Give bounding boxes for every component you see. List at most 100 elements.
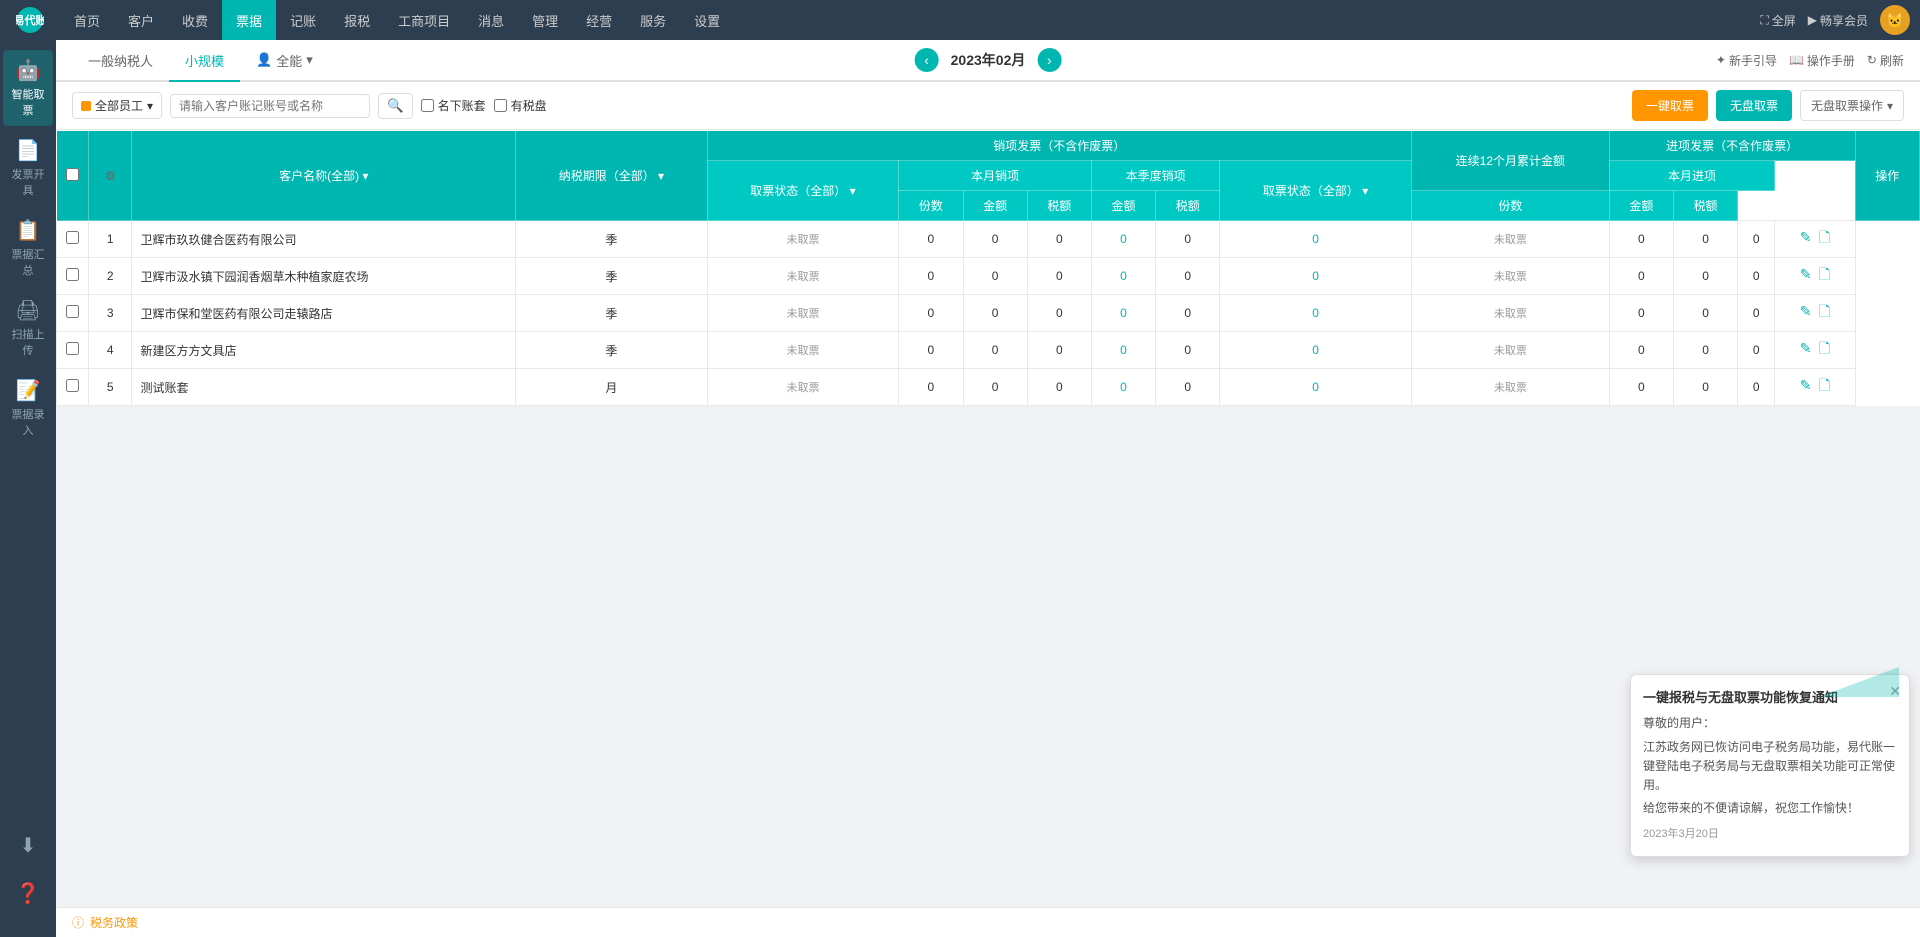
row-sm-count: 0	[899, 295, 963, 332]
nav-operations[interactable]: 经营	[572, 0, 626, 40]
sidebar-label-summary: 票据汇总	[7, 246, 49, 278]
manual-btn[interactable]: 📖 操作手册	[1789, 52, 1855, 69]
nav-client[interactable]: 客户	[114, 0, 168, 40]
robot-icon: 🤖	[16, 58, 41, 83]
select-all-checkbox[interactable]	[66, 168, 79, 181]
tab-general-taxpayer[interactable]: 一般纳税人	[72, 40, 169, 82]
row-checkbox[interactable]	[66, 231, 79, 244]
notification-apology: 给您带来的不便请谅解，祝您工作愉快！	[1643, 799, 1897, 818]
info-icon: ⓘ	[72, 914, 84, 931]
filter-ss-icon[interactable]: ▾	[850, 184, 856, 198]
row-sales-status: 未取票	[707, 221, 899, 258]
nav-business[interactable]: 工商项目	[384, 0, 464, 40]
view-action-icon[interactable]: 🗋	[1819, 303, 1830, 319]
th-pm-amount: 金额	[1609, 191, 1673, 221]
row-sm-count: 0	[899, 369, 963, 406]
row-actions: ✎ 🗋	[1775, 369, 1855, 406]
edit-action-icon[interactable]: ✎	[1800, 303, 1812, 319]
question-icon: ❓	[16, 881, 41, 906]
view-action-icon[interactable]: 🗋	[1819, 266, 1830, 282]
bottom-bar: ⓘ 税务政策	[56, 907, 1920, 937]
tax-policy-link[interactable]: 税务政策	[90, 914, 138, 931]
tab-all[interactable]: 👤 全能 ▾	[240, 40, 329, 82]
notification-date: 2023年3月20日	[1643, 826, 1897, 844]
sidebar-item-invoice-summary[interactable]: 📋 票据汇总	[3, 210, 53, 286]
filter-tp-icon[interactable]: ▾	[658, 169, 664, 183]
sidebar-item-scan-upload[interactable]: 🖨 扫描上传	[3, 290, 53, 366]
nav-message[interactable]: 消息	[464, 0, 518, 40]
nav-manage[interactable]: 管理	[518, 0, 572, 40]
row-cumul-12m: 0	[1220, 369, 1412, 406]
edit-action-icon[interactable]: ✎	[1800, 229, 1812, 245]
sidebar-item-download[interactable]: ⬇	[3, 825, 53, 869]
row-client: 卫辉市玖玖健合医药有限公司	[132, 221, 516, 258]
row-sm-amount: 0	[963, 221, 1027, 258]
th-cumul-12m: 连续12个月累计金额	[1411, 131, 1609, 191]
nav-accounting[interactable]: 记账	[276, 0, 330, 40]
fullscreen-btn[interactable]: ⛶ 全屏	[1760, 12, 1795, 29]
period-navigation: ‹ 2023年02月 ›	[915, 48, 1062, 72]
row-pm-tax: 0	[1738, 295, 1775, 332]
sidebar-label-invoice: 发票开具	[7, 166, 49, 198]
tab-small-scale[interactable]: 小规模	[169, 40, 240, 82]
row-pm-tax: 0	[1738, 332, 1775, 369]
sidebar-item-invoice-issue[interactable]: 📄 发票开具	[3, 130, 53, 206]
vip-btn[interactable]: ▶ 畅享会员	[1808, 12, 1868, 29]
no-disk-ticket-button[interactable]: 无盘取票	[1716, 90, 1792, 121]
row-pm-amount: 0	[1673, 369, 1737, 406]
edit-action-icon[interactable]: ✎	[1800, 377, 1812, 393]
row-tax-period: 季	[516, 221, 708, 258]
nav-invoice[interactable]: 票据	[222, 0, 276, 40]
th-tax-period: 纳税期限（全部） ▾	[516, 131, 708, 221]
checkbox-has-disk-input[interactable]	[494, 99, 507, 112]
view-action-icon[interactable]: 🗋	[1819, 377, 1830, 393]
prev-period-button[interactable]: ‹	[915, 48, 939, 72]
nav-service[interactable]: 服务	[626, 0, 680, 40]
row-checkbox[interactable]	[66, 305, 79, 318]
row-checkbox[interactable]	[66, 379, 79, 392]
edit-action-icon[interactable]: ✎	[1800, 340, 1812, 356]
view-action-icon[interactable]: 🗋	[1819, 340, 1830, 356]
nav-home[interactable]: 首页	[60, 0, 114, 40]
checkbox-my-accounts[interactable]: 名下账套	[421, 97, 486, 114]
refresh-btn[interactable]: ↻ 刷新	[1867, 52, 1904, 69]
th-action: 操作	[1855, 131, 1919, 221]
user-avatar[interactable]: 🐱	[1880, 5, 1910, 35]
th-sm-count: 份数	[899, 191, 963, 221]
sidebar-bottom: ⬇ ❓	[0, 825, 56, 937]
sidebar-item-ticket-entry[interactable]: 📝 票据录入	[3, 370, 53, 446]
filter-icon[interactable]: ▾	[362, 169, 368, 183]
employee-select[interactable]: 全部员工 ▾	[72, 92, 162, 119]
nav-tax[interactable]: 报税	[330, 0, 384, 40]
guide-btn[interactable]: ✦ 新手引导	[1716, 52, 1777, 69]
sidebar-item-smart-ticket[interactable]: 🤖 智能取票	[3, 50, 53, 126]
no-disk-more-button[interactable]: 无盘取票操作 ▾	[1800, 90, 1904, 121]
row-pm-count: 0	[1609, 332, 1673, 369]
nav-settings[interactable]: 设置	[680, 0, 734, 40]
edit-action-icon[interactable]: ✎	[1800, 266, 1812, 282]
row-actions: ✎ 🗋	[1775, 221, 1855, 258]
row-client: 测试账套	[132, 369, 516, 406]
current-period: 2023年02月	[951, 50, 1026, 70]
next-period-button[interactable]: ›	[1037, 48, 1061, 72]
row-sq-amount: 0	[1091, 332, 1155, 369]
filter-ps-icon[interactable]: ▾	[1362, 184, 1368, 198]
table-row: 1 卫辉市玖玖健合医药有限公司 季 未取票 0 0 0 0 0 0 未取票 0 …	[57, 221, 1920, 258]
view-action-icon[interactable]: 🗋	[1819, 229, 1830, 245]
row-checkbox[interactable]	[66, 268, 79, 281]
sidebar-label-scan: 扫描上传	[7, 326, 49, 358]
notification-text: 江苏政务网已恢访问电子税务局功能，易代账一键登陆电子税务局与无盘取票相关功能可正…	[1643, 738, 1897, 796]
checkbox-my-accounts-input[interactable]	[421, 99, 434, 112]
checkbox-has-disk[interactable]: 有税盘	[494, 97, 547, 114]
search-input[interactable]	[170, 94, 370, 118]
employee-label: 全部员工	[95, 97, 143, 114]
row-checkbox[interactable]	[66, 342, 79, 355]
nav-fee[interactable]: 收费	[168, 0, 222, 40]
one-click-ticket-button[interactable]: 一键取票	[1632, 90, 1708, 121]
notification-popup: ✕ 一键报税与无盘取票功能恢复通知 尊敬的用户： 江苏政务网已恢访问电子税务局功…	[1630, 674, 1910, 857]
sidebar-label-smart-ticket: 智能取票	[7, 86, 49, 118]
search-button[interactable]: 🔍	[378, 93, 413, 119]
app-logo[interactable]: 易代账	[10, 6, 50, 34]
sidebar-item-help[interactable]: ❓	[3, 873, 53, 917]
settings-gear-icon[interactable]: ⚙	[105, 169, 116, 183]
